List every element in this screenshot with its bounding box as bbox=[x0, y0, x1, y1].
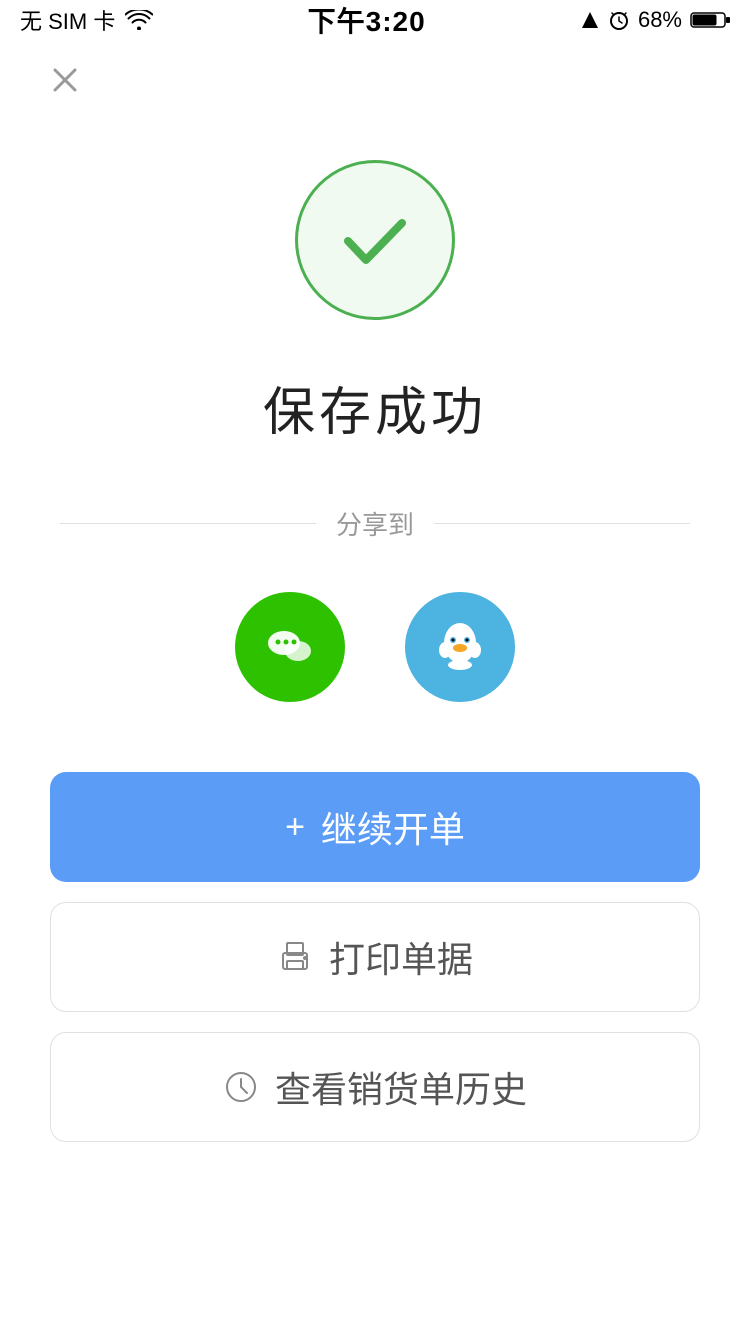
print-label: 打印单据 bbox=[329, 931, 473, 983]
divider-label: 分享到 bbox=[316, 505, 434, 542]
main-content: 保存成功 分享到 bbox=[0, 40, 750, 1142]
location-icon bbox=[580, 10, 600, 30]
print-button[interactable]: 打印单据 bbox=[50, 902, 700, 1012]
share-divider: 分享到 bbox=[0, 505, 750, 542]
history-button[interactable]: 查看销货单历史 bbox=[50, 1032, 700, 1142]
wechat-share-button[interactable] bbox=[235, 592, 345, 702]
status-left: 无 SIM 卡 bbox=[20, 4, 153, 36]
divider-line-left bbox=[60, 523, 316, 524]
success-title: 保存成功 bbox=[263, 370, 487, 445]
success-icon-circle bbox=[295, 160, 455, 320]
history-label: 查看销货单历史 bbox=[275, 1061, 527, 1113]
close-button[interactable] bbox=[40, 55, 90, 105]
wifi-icon bbox=[125, 10, 153, 30]
battery-percentage: 68% bbox=[638, 7, 682, 33]
alarm-icon bbox=[608, 9, 630, 31]
divider-line-right bbox=[434, 523, 690, 524]
history-icon bbox=[223, 1069, 259, 1105]
share-icons-container bbox=[235, 592, 515, 702]
status-bar: 无 SIM 卡 下午3:20 68% bbox=[0, 0, 750, 40]
continue-order-label: 继续开单 bbox=[321, 801, 465, 853]
action-buttons-container: + 继续开单 打印单据 查看销货单历史 bbox=[0, 772, 750, 1142]
plus-icon: + bbox=[285, 808, 305, 847]
status-time: 下午3:20 bbox=[308, 0, 426, 40]
qq-share-button[interactable] bbox=[405, 592, 515, 702]
battery-icon bbox=[690, 10, 730, 30]
no-sim-text: 无 SIM 卡 bbox=[20, 4, 115, 36]
print-icon bbox=[277, 939, 313, 975]
status-right: 68% bbox=[580, 7, 730, 33]
continue-order-button[interactable]: + 继续开单 bbox=[50, 772, 700, 882]
